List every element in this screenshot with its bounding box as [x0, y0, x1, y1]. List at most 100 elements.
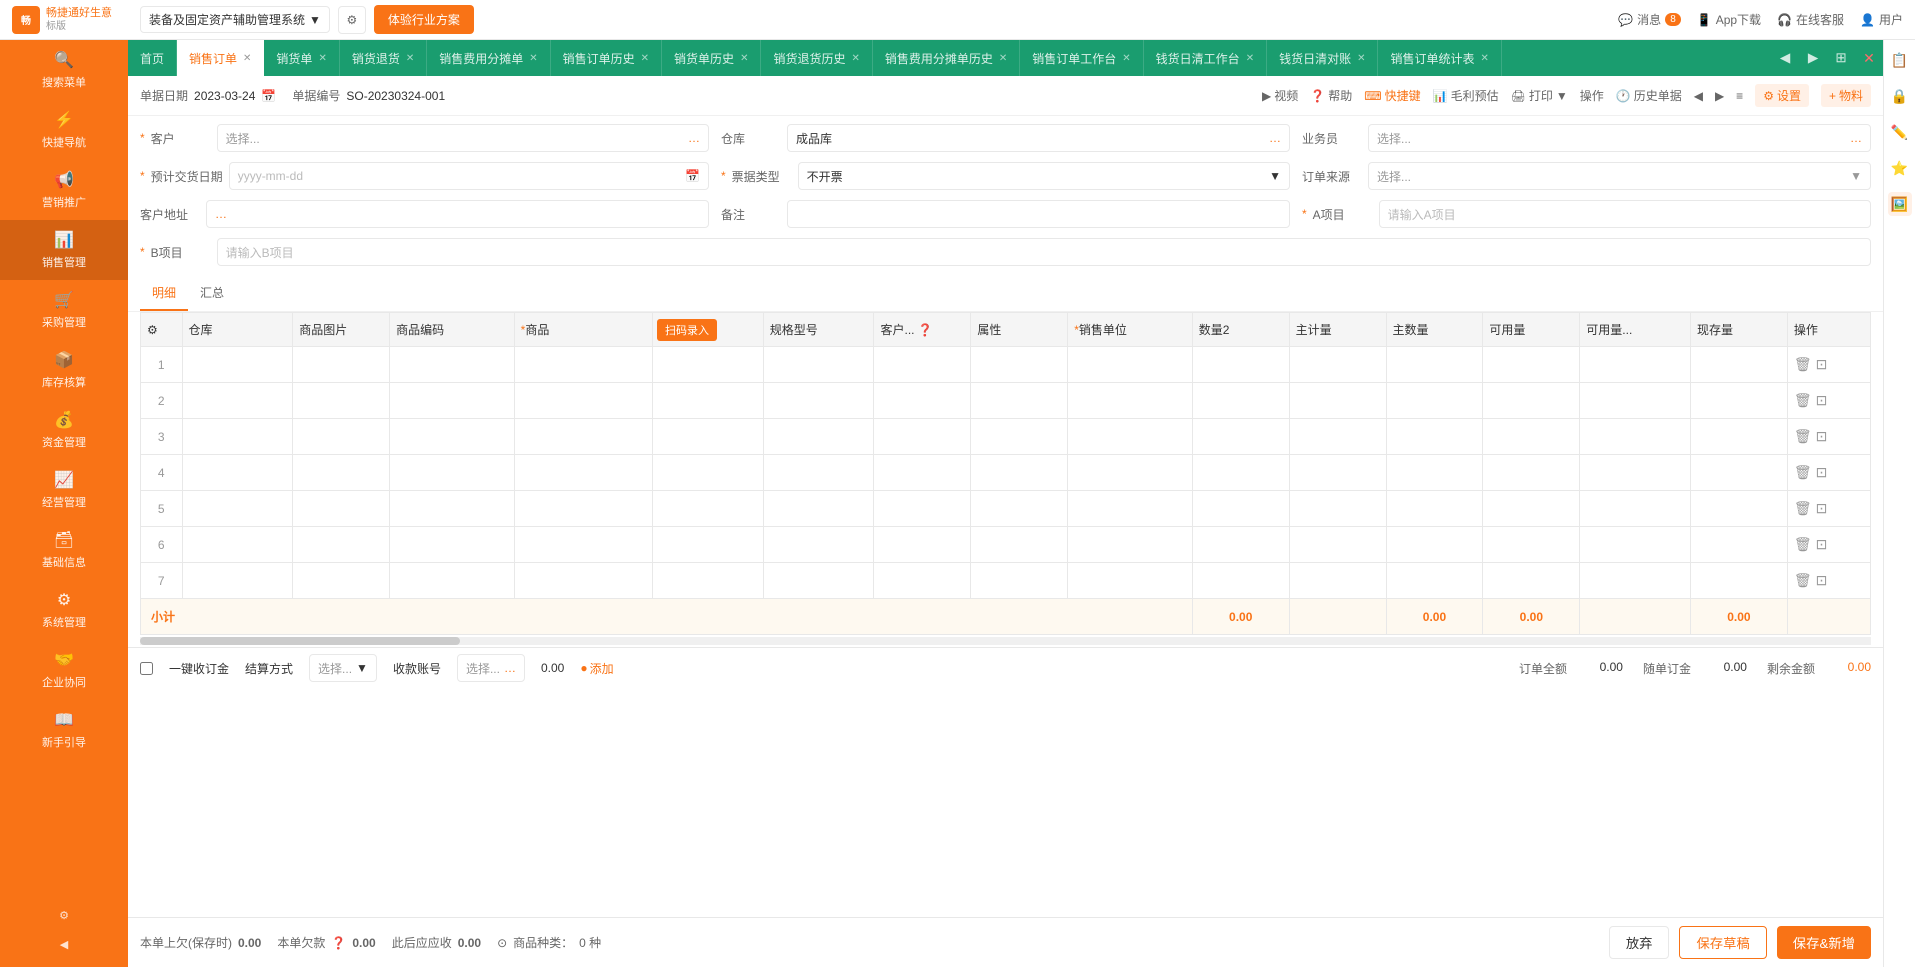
sidebar-item-operations[interactable]: 📈经营管理	[0, 460, 128, 520]
row-main-unit[interactable]	[1289, 563, 1386, 599]
sidebar-item-purchase[interactable]: 🛒采购管理	[0, 280, 128, 340]
row-stock[interactable]	[1691, 491, 1788, 527]
row-image[interactable]	[293, 491, 390, 527]
scan-button[interactable]: 扫码录入	[657, 319, 717, 341]
row-sales-unit[interactable]	[1068, 383, 1193, 419]
row-qty2[interactable]	[1192, 347, 1289, 383]
row-product[interactable]	[514, 455, 652, 491]
row-sales-unit[interactable]	[1068, 491, 1193, 527]
help-action[interactable]: ❓ 帮助	[1310, 87, 1352, 104]
tab-close-sales-return[interactable]: ✕	[406, 53, 414, 64]
receipt-account-select[interactable]: 选择... …	[457, 654, 525, 682]
tab-close-sales-expense-history[interactable]: ✕	[999, 53, 1007, 64]
row-customer-code[interactable]	[874, 563, 971, 599]
tab-sales-expense-split[interactable]: 销售费用分摊单✕	[427, 40, 550, 76]
save-new-button[interactable]: 保存&新增	[1777, 926, 1871, 959]
row-copy-icon[interactable]: ⊡	[1816, 536, 1828, 553]
row-available[interactable]	[1483, 455, 1580, 491]
row-main-qty[interactable]	[1386, 491, 1483, 527]
right-icon-image[interactable]: 🖼️	[1888, 192, 1912, 216]
row-spec[interactable]	[763, 419, 874, 455]
row-code[interactable]	[390, 563, 515, 599]
tab-menu-button[interactable]: ⊞	[1827, 40, 1855, 76]
row-image[interactable]	[293, 347, 390, 383]
row-customer-code[interactable]	[874, 455, 971, 491]
shortcut-action[interactable]: ⌨ 快捷键	[1364, 87, 1420, 104]
row-spec[interactable]	[763, 563, 874, 599]
print-action[interactable]: 🖨 打印 ▼	[1511, 87, 1568, 104]
row-customer-code[interactable]	[874, 419, 971, 455]
row-code[interactable]	[390, 455, 515, 491]
app-download-item[interactable]: 📱 App下载	[1697, 11, 1761, 28]
tab-sales-return-history[interactable]: 销货退货历史✕	[761, 40, 872, 76]
right-icon-edit[interactable]: ✏️	[1888, 120, 1912, 144]
sidebar-item-quick[interactable]: ⚡快捷导航	[0, 100, 128, 160]
row-main-unit[interactable]	[1289, 455, 1386, 491]
system-select[interactable]: 装备及固定资产辅助管理系统 ▼	[140, 6, 330, 33]
row-qty2[interactable]	[1192, 563, 1289, 599]
b-project-input[interactable]: 请输入B项目	[217, 238, 1871, 266]
row-sales-unit[interactable]	[1068, 527, 1193, 563]
row-copy-icon[interactable]: ⊡	[1816, 392, 1828, 409]
tab-next-button[interactable]: ▶	[1799, 40, 1827, 76]
tab-close-all-button[interactable]: ✕	[1855, 40, 1883, 76]
tab-home[interactable]: 首页	[128, 40, 177, 76]
solution-button[interactable]: 体验行业方案	[374, 5, 474, 34]
order-source-select[interactable]: 选择... ▼	[1368, 162, 1871, 190]
row-code[interactable]	[390, 527, 515, 563]
row-qty2[interactable]	[1192, 419, 1289, 455]
row-spec[interactable]	[763, 491, 874, 527]
row-copy-icon[interactable]: ⊡	[1816, 572, 1828, 589]
customer-more-button[interactable]: …	[688, 131, 700, 145]
warehouse-more-button[interactable]: …	[1269, 131, 1281, 145]
form-settings-action[interactable]: ⚙ 设置	[1755, 84, 1809, 107]
row-available2[interactable]	[1580, 527, 1691, 563]
row-available2[interactable]	[1580, 563, 1691, 599]
sidebar-collapse-button[interactable]: ◀	[0, 930, 128, 959]
row-spec[interactable]	[763, 383, 874, 419]
row-delete-icon[interactable]: 🗑	[1794, 500, 1812, 517]
row-stock[interactable]	[1691, 419, 1788, 455]
row-main-unit[interactable]	[1289, 491, 1386, 527]
settings-button[interactable]: ⚙	[338, 6, 366, 34]
row-copy-icon[interactable]: ⊡	[1816, 356, 1828, 373]
row-product[interactable]	[514, 383, 652, 419]
sidebar-item-enterprise[interactable]: 🤝企业协同	[0, 640, 128, 700]
tab-sales-order-workspace[interactable]: 销售订单工作台✕	[1020, 40, 1143, 76]
tab-cash-daily-workspace[interactable]: 钱货日清工作台✕	[1144, 40, 1267, 76]
tab-close-cash-daily-check[interactable]: ✕	[1357, 53, 1365, 64]
row-stock[interactable]	[1691, 347, 1788, 383]
save-draft-button[interactable]: 保存草稿	[1679, 926, 1766, 959]
row-customer-code[interactable]	[874, 383, 971, 419]
tab-sales-order[interactable]: 销售订单✕	[177, 40, 264, 76]
row-available[interactable]	[1483, 419, 1580, 455]
row-available[interactable]	[1483, 491, 1580, 527]
right-icon-clipboard[interactable]: 📋	[1888, 48, 1912, 72]
date-picker-icon[interactable]: 📅	[685, 169, 700, 183]
one-click-deposit-checkbox[interactable]	[140, 662, 153, 675]
row-main-unit[interactable]	[1289, 419, 1386, 455]
salesperson-more-button[interactable]: …	[1850, 131, 1862, 145]
row-main-qty[interactable]	[1386, 455, 1483, 491]
tab-detail[interactable]: 明细	[140, 276, 188, 311]
sidebar-bottom-settings[interactable]: ⚙	[0, 901, 128, 930]
row-spec[interactable]	[763, 455, 874, 491]
row-sales-unit[interactable]	[1068, 455, 1193, 491]
row-available[interactable]	[1483, 563, 1580, 599]
row-warehouse[interactable]	[182, 455, 293, 491]
message-icon-item[interactable]: 💬 消息 8	[1618, 11, 1681, 28]
row-sales-unit[interactable]	[1068, 347, 1193, 383]
row-copy-icon[interactable]: ⊡	[1816, 428, 1828, 445]
row-delete-icon[interactable]: 🗑	[1794, 572, 1812, 589]
row-stock[interactable]	[1691, 563, 1788, 599]
tab-sales-stat[interactable]: 销售订单统计表✕	[1378, 40, 1501, 76]
row-image[interactable]	[293, 527, 390, 563]
row-image[interactable]	[293, 419, 390, 455]
discard-button[interactable]: 放弃	[1609, 926, 1670, 959]
tab-sales-bill[interactable]: 销货单✕	[264, 40, 339, 76]
profit-action[interactable]: 📊 毛利预估	[1433, 87, 1499, 104]
sidebar-item-inventory[interactable]: 📦库存核算	[0, 340, 128, 400]
user-item[interactable]: 👤 用户	[1860, 11, 1903, 28]
row-image[interactable]	[293, 383, 390, 419]
row-main-unit[interactable]	[1289, 383, 1386, 419]
